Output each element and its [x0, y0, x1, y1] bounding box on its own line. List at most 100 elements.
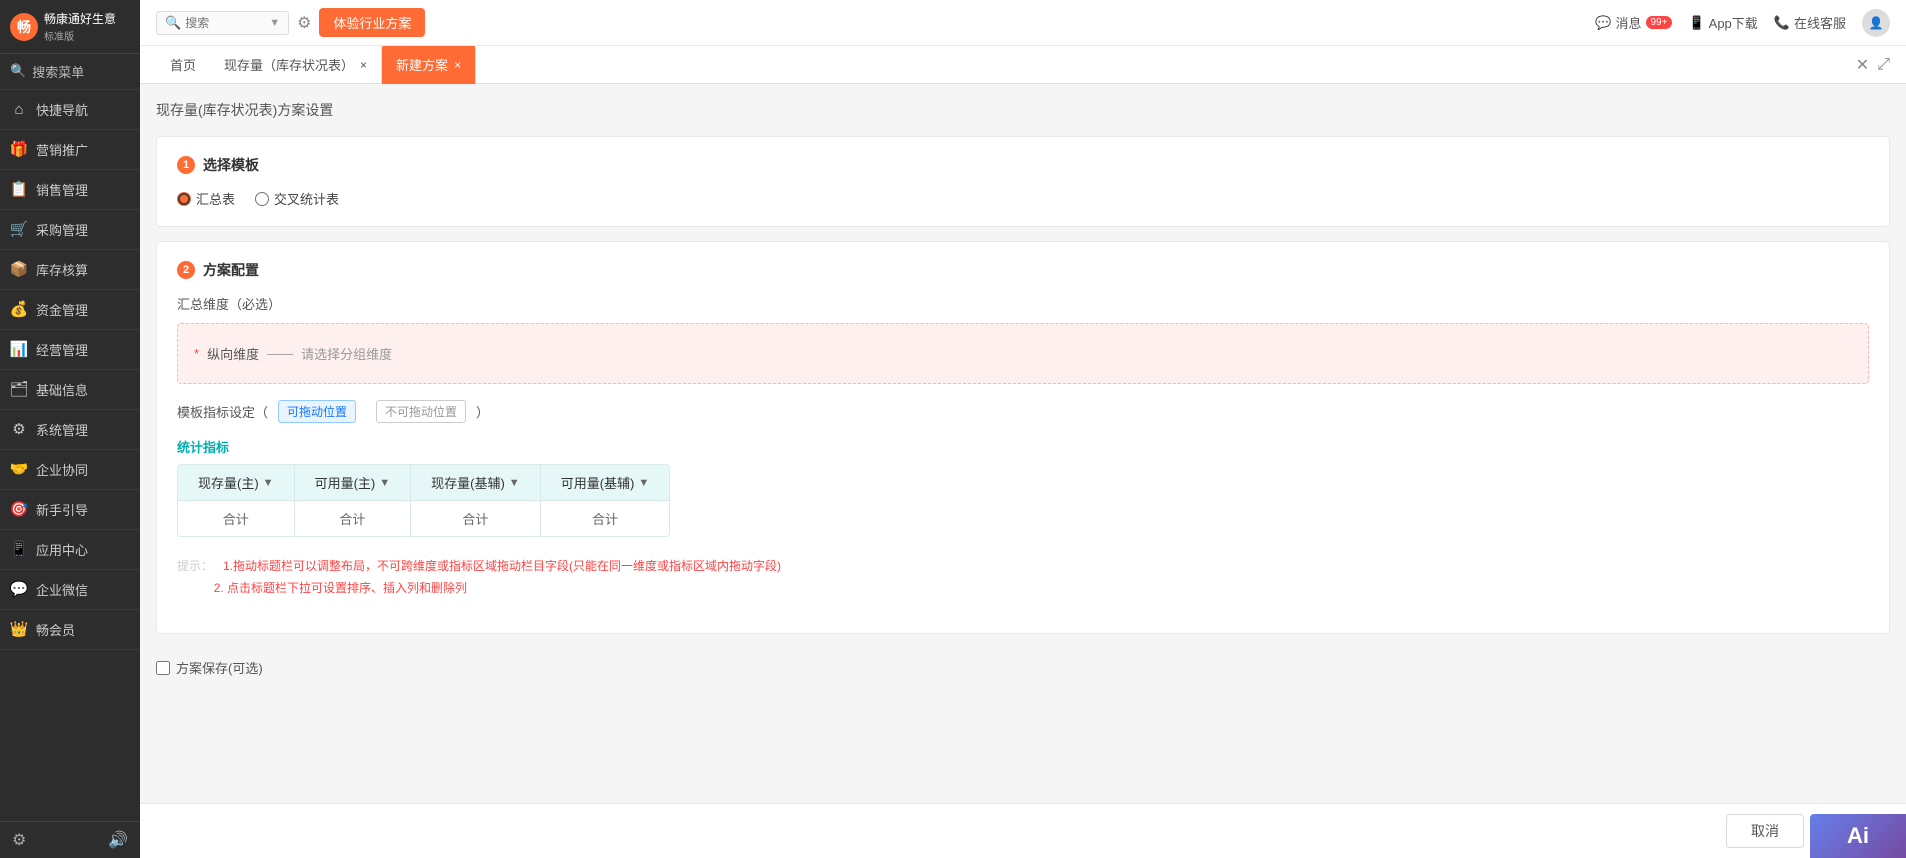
app-download[interactable]: 📱 App下载 — [1688, 13, 1757, 32]
topbar-search-box[interactable]: 🔍 ▼ — [156, 11, 289, 35]
online-service[interactable]: 📞 在线客服 — [1774, 13, 1846, 32]
indicator-setting-label-pre: 模板指标设定（ — [177, 402, 268, 421]
step2-badge: 2 — [177, 261, 195, 279]
col-header-1-chevron[interactable]: ▼ — [379, 477, 390, 489]
cell-0-1: 合计 — [294, 501, 411, 537]
indicator-setting-suffix: ） — [476, 402, 489, 421]
topbar-search-input[interactable] — [185, 16, 265, 30]
sidebar-item-label: 应用中心 — [36, 540, 88, 559]
sidebar-item-label: 营销推广 — [36, 140, 88, 159]
sidebar-item-purchase[interactable]: 🛒 采购管理 — [0, 210, 140, 250]
guide-icon: 🎯 — [10, 500, 28, 518]
search-icon: 🔍 — [165, 15, 181, 31]
inventory-icon: 📦 — [10, 260, 28, 278]
save-checkbox[interactable] — [156, 661, 170, 675]
contract-icon: 🤝 — [10, 460, 28, 478]
inventory-tab-close-icon[interactable]: × — [360, 58, 367, 72]
col-header-3[interactable]: 可用量(基辅) ▼ — [540, 465, 669, 501]
sound-icon[interactable]: 🔊 — [108, 830, 128, 850]
topbar-msg[interactable]: 💬 消息 99+ — [1595, 13, 1672, 32]
trial-btn[interactable]: 体验行业方案 — [319, 8, 425, 37]
cell-0-2: 合计 — [411, 501, 541, 537]
service-icon: 📞 — [1774, 15, 1790, 31]
topbar-left: 🔍 ▼ ⚙ 体验行业方案 — [156, 8, 1585, 37]
cell-0-3: 合计 — [540, 501, 669, 537]
sidebar-item-sales[interactable]: 📋 销售管理 — [0, 170, 140, 210]
tab-home[interactable]: 首页 — [156, 46, 210, 84]
col-header-0-chevron[interactable]: ▼ — [263, 477, 274, 489]
sidebar-item-operation[interactable]: 📊 经营管理 — [0, 330, 140, 370]
save-row: 方案保存(可选) — [156, 648, 1890, 687]
sidebar-item-marketing[interactable]: 🎁 营销推广 — [0, 130, 140, 170]
new-tab-close-icon[interactable]: × — [454, 58, 461, 72]
sidebar-search-label: 搜索菜单 — [32, 62, 84, 81]
radio-summary-input[interactable] — [177, 192, 191, 206]
tips-section: 提示： 1.拖动标题栏可以调整布局，不可跨维度或指标区域拖动栏目字段(只能在同一… — [177, 556, 1869, 599]
sidebar-item-label: 销售管理 — [36, 180, 88, 199]
sidebar-item-inventory[interactable]: 📦 库存核算 — [0, 250, 140, 290]
col-header-2-chevron[interactable]: ▼ — [509, 477, 520, 489]
sidebar-item-label: 新手引导 — [36, 500, 88, 519]
ai-badge[interactable]: Ai — [1810, 814, 1906, 858]
msg-badge: 99+ — [1646, 16, 1673, 29]
cancel-button[interactable]: 取消 — [1726, 814, 1804, 848]
sidebar-item-quick-nav[interactable]: ⌂ 快捷导航 — [0, 90, 140, 130]
sidebar-item-member[interactable]: 👑 畅会员 — [0, 610, 140, 650]
radio-summary[interactable]: 汇总表 — [177, 189, 235, 208]
dimension-box[interactable]: * 纵向维度 —— 请选择分组维度 — [177, 323, 1869, 384]
sidebar-item-finance[interactable]: 💰 资金管理 — [0, 290, 140, 330]
topbar-dropdown-icon[interactable]: ▼ — [269, 17, 280, 29]
sidebar-item-contract[interactable]: 🤝 企业协同 — [0, 450, 140, 490]
col-header-1-label: 可用量(主) — [315, 473, 376, 492]
new-tab-label: 新建方案 — [396, 55, 448, 74]
sidebar-search[interactable]: 🔍 搜索菜单 — [0, 54, 140, 90]
sidebar-item-label: 快捷导航 — [36, 100, 88, 119]
basic-icon: 🗂 — [10, 380, 28, 398]
radio-cross-input[interactable] — [255, 192, 269, 206]
sidebar-item-label: 畅会员 — [36, 620, 75, 639]
col-header-0[interactable]: 现存量(主) ▼ — [178, 465, 294, 501]
step1-title: 选择模板 — [203, 155, 259, 175]
radio-cross-label: 交叉统计表 — [274, 189, 339, 208]
fixed-badge: 不可拖动位置 — [376, 400, 466, 423]
table-row: 合计 合计 合计 合计 — [178, 501, 669, 537]
expand-panel-btn[interactable]: ⤢ — [1877, 55, 1890, 75]
step1-card: 1 选择模板 汇总表 交叉统计表 — [156, 136, 1890, 227]
sidebar-item-system[interactable]: ⚙ 系统管理 — [0, 410, 140, 450]
step2-title: 方案配置 — [203, 260, 259, 280]
radio-cross[interactable]: 交叉统计表 — [255, 189, 339, 208]
quick-nav-icon: ⌂ — [10, 100, 28, 118]
sidebar-logo: 畅 畅康通好生意 标准版 — [0, 0, 140, 54]
sidebar-item-label: 企业微信 — [36, 580, 88, 599]
col-header-1[interactable]: 可用量(主) ▼ — [294, 465, 411, 501]
topbar-right: 💬 消息 99+ 📱 App下载 📞 在线客服 👤 — [1595, 9, 1890, 37]
step1-badge: 1 — [177, 156, 195, 174]
tab-inventory[interactable]: 现存量（库存状况表） × — [210, 46, 382, 84]
topbar-gear-icon[interactable]: ⚙ — [297, 13, 311, 33]
service-label: 在线客服 — [1794, 13, 1846, 32]
app-download-label: App下载 — [1709, 13, 1758, 32]
stats-table: 现存量(主) ▼ 可用量(主) ▼ — [178, 465, 669, 536]
marketing-icon: 🎁 — [10, 140, 28, 158]
settings-icon[interactable]: ⚙ — [12, 830, 26, 850]
close-panel-btn[interactable]: ✕ — [1856, 55, 1869, 75]
sidebar-item-label: 经营管理 — [36, 340, 88, 359]
sidebar-item-label: 采购管理 — [36, 220, 88, 239]
cell-0-0: 合计 — [178, 501, 294, 537]
user-avatar[interactable]: 👤 — [1862, 9, 1890, 37]
sidebar-item-label: 基础信息 — [36, 380, 88, 399]
sidebar-item-wechat[interactable]: 💬 企业微信 — [0, 570, 140, 610]
col-header-2[interactable]: 现存量(基辅) ▼ — [411, 465, 541, 501]
ai-badge-text: Ai — [1847, 823, 1869, 849]
sidebar-item-basic[interactable]: 🗂 基础信息 — [0, 370, 140, 410]
tab-new-scheme[interactable]: 新建方案 × — [382, 46, 476, 84]
sidebar-item-app-center[interactable]: 📱 应用中心 — [0, 530, 140, 570]
sidebar-item-guide[interactable]: 🎯 新手引导 — [0, 490, 140, 530]
app-center-icon: 📱 — [10, 540, 28, 558]
dimension-section-label: 汇总维度（必选） — [177, 294, 1869, 313]
sidebar-app-name: 畅康通好生意 — [44, 12, 116, 28]
col-header-3-chevron[interactable]: ▼ — [638, 477, 649, 489]
home-tab-label: 首页 — [170, 55, 196, 74]
save-label: 方案保存(可选) — [176, 658, 263, 677]
tabs-bar-right: ✕ ⤢ — [1856, 55, 1890, 75]
